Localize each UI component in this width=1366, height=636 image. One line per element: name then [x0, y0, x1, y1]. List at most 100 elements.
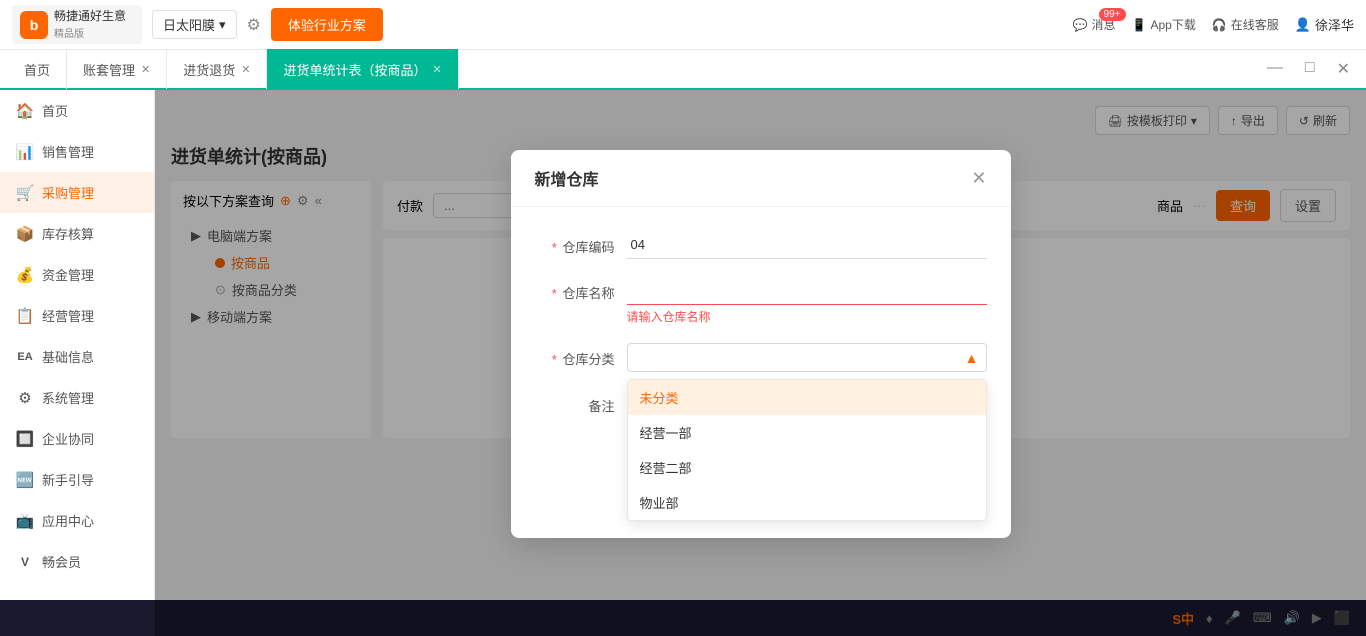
sidebar-item-operation[interactable]: 📋 经营管理: [0, 295, 154, 336]
category-chevron-up-icon: ▲: [965, 350, 979, 366]
message-icon-item[interactable]: 💬 消息 99+: [1073, 16, 1116, 33]
sidebar-label-system: 系统管理: [42, 388, 94, 407]
sidebar-item-purchase[interactable]: 🛒 采购管理: [0, 172, 154, 213]
online-service-label: 在线客服: [1231, 16, 1279, 33]
warehouse-code-input-wrap: [627, 231, 987, 259]
sidebar-item-system[interactable]: ⚙ 系统管理: [0, 377, 154, 418]
dropdown-item-dept1[interactable]: 经营一部: [628, 415, 986, 450]
sidebar-label-home: 首页: [42, 101, 68, 120]
enterprise-icon: 🔲: [16, 430, 34, 448]
app-download-item[interactable]: 📱 App下载: [1132, 16, 1196, 33]
warehouse-name-error-msg: 请输入仓库名称: [627, 308, 987, 325]
system-icon: ⚙: [16, 389, 34, 407]
logo-area: b 畅捷通好生意 精品版: [12, 5, 142, 44]
store-selector[interactable]: 日太阳膜 ▾: [152, 10, 237, 39]
tab-account-label: 账套管理: [83, 60, 135, 79]
tab-account-close-icon[interactable]: ✕: [141, 63, 150, 76]
sidebar-label-guide: 新手引导: [42, 470, 94, 489]
warehouse-name-label: * 仓库名称: [535, 277, 615, 302]
sidebar-item-enterprise[interactable]: 🔲 企业协同: [0, 418, 154, 459]
dialog-body: * 仓库编码 * 仓库名称: [511, 207, 1011, 470]
purchase-icon: 🛒: [16, 184, 34, 202]
tab-purchase-stat[interactable]: 进货单统计表（按商品） ✕: [267, 49, 458, 89]
sidebar-label-operation: 经营管理: [42, 306, 94, 325]
tab-purchase-stat-label: 进货单统计表（按商品）: [283, 60, 426, 79]
tab-purchase-stat-close-icon[interactable]: ✕: [433, 63, 442, 76]
main-layout: 🏠 首页 📊 销售管理 🛒 采购管理 📦 库存核算 💰 资金管理 📋 经营管理 …: [0, 90, 1366, 636]
modal-overlay: 新增仓库 ✕ * 仓库编码: [155, 90, 1366, 636]
required-star-category: *: [552, 352, 557, 367]
warehouse-category-input[interactable]: [627, 343, 987, 372]
sidebar-label-purchase: 采购管理: [42, 183, 94, 202]
username: 徐泽华: [1315, 15, 1354, 34]
tab-purchase-return-close-icon[interactable]: ✕: [241, 63, 250, 76]
tab-maximize-icon[interactable]: □: [1297, 59, 1323, 79]
dropdown-item-dept2[interactable]: 经营二部: [628, 450, 986, 485]
sidebar-item-guide[interactable]: 🆕 新手引导: [0, 459, 154, 500]
warehouse-name-input-wrap: 请输入仓库名称: [627, 277, 987, 325]
warehouse-category-wrap: ▲ 未分类 经营一部 经营二部 物业部: [627, 343, 987, 372]
logo-text-wrap: 畅捷通好生意 精品版: [54, 9, 126, 40]
user-area[interactable]: 👤 徐泽华: [1295, 15, 1354, 34]
store-name: 日太阳膜: [163, 15, 215, 34]
settings-gear-icon[interactable]: ⚙: [247, 15, 261, 35]
app-download-label: App下载: [1150, 16, 1195, 33]
sidebar-item-home[interactable]: 🏠 首页: [0, 90, 154, 131]
warehouse-category-row: * 仓库分类 ▲ 未分类 经营一部 经营二部 物业部: [535, 343, 987, 372]
sidebar-label-app-center: 应用中心: [42, 511, 94, 530]
sidebar-item-basic-info[interactable]: EA 基础信息: [0, 336, 154, 377]
app-download-icon: 📱: [1132, 18, 1147, 32]
notification-badge: 99+: [1099, 8, 1126, 21]
guide-icon: 🆕: [16, 471, 34, 489]
sidebar-item-inventory[interactable]: 📦 库存核算: [0, 213, 154, 254]
warehouse-category-label: * 仓库分类: [535, 343, 615, 368]
tab-close-icon[interactable]: ✕: [1329, 59, 1358, 79]
sidebar-label-inventory: 库存核算: [42, 224, 94, 243]
content-area: 🖨 按模板打印 ▾ ↑ 导出 ↺ 刷新 进货单统计(按商品) 按以下方案查询 ⊕…: [155, 90, 1366, 636]
logo-icon: b: [20, 11, 48, 39]
sidebar-label-member: 畅会员: [42, 552, 81, 571]
top-header: b 畅捷通好生意 精品版 日太阳膜 ▾ ⚙ 体验行业方案 💬 消息 99+ 📱 …: [0, 0, 1366, 50]
required-star-code: *: [552, 240, 557, 255]
member-icon: V: [16, 553, 34, 571]
tab-purchase-return-label: 进货退货: [183, 60, 235, 79]
app-center-icon: 📺: [16, 512, 34, 530]
warehouse-name-row: * 仓库名称 请输入仓库名称: [535, 277, 987, 325]
dialog-title: 新增仓库: [535, 166, 599, 190]
headset-icon: 🎧: [1212, 18, 1227, 32]
sidebar-item-member[interactable]: V 畅会员: [0, 541, 154, 582]
header-icons: 💬 消息 99+ 📱 App下载 🎧 在线客服 👤 徐泽华: [1073, 15, 1354, 34]
warehouse-code-input[interactable]: [627, 231, 987, 259]
operation-icon: 📋: [16, 307, 34, 325]
tab-home-label: 首页: [24, 60, 50, 79]
inventory-icon: 📦: [16, 225, 34, 243]
sidebar-label-enterprise: 企业协同: [42, 429, 94, 448]
trial-btn[interactable]: 体验行业方案: [271, 8, 383, 41]
tab-bar: 首页 账套管理 ✕ 进货退货 ✕ 进货单统计表（按商品） ✕ — □ ✕: [0, 50, 1366, 90]
sidebar-item-sales[interactable]: 📊 销售管理: [0, 131, 154, 172]
dialog-close-icon[interactable]: ✕: [971, 168, 986, 189]
warehouse-code-row: * 仓库编码: [535, 231, 987, 259]
dialog-header: 新增仓库 ✕: [511, 150, 1011, 207]
required-star-name: *: [552, 286, 557, 301]
sidebar-item-app-center[interactable]: 📺 应用中心: [0, 500, 154, 541]
tab-purchase-return[interactable]: 进货退货 ✕: [167, 49, 267, 89]
warehouse-name-input[interactable]: [627, 277, 987, 305]
user-avatar-icon: 👤: [1295, 17, 1311, 33]
dropdown-item-uncategorized[interactable]: 未分类: [628, 380, 986, 415]
tab-account[interactable]: 账套管理 ✕: [67, 49, 167, 89]
home-icon: 🏠: [16, 102, 34, 120]
tab-minimize-icon[interactable]: —: [1259, 59, 1291, 79]
logo-badge: 精品版: [54, 25, 126, 40]
remark-label: 备注: [535, 390, 615, 415]
dropdown-item-dept3[interactable]: 物业部: [628, 485, 986, 520]
store-chevron-icon: ▾: [219, 17, 226, 33]
tab-end-controls: — □ ✕: [1259, 59, 1358, 79]
sidebar-label-finance: 资金管理: [42, 265, 94, 284]
sidebar-item-finance[interactable]: 💰 资金管理: [0, 254, 154, 295]
warehouse-code-label: * 仓库编码: [535, 231, 615, 256]
category-dropdown: 未分类 经营一部 经营二部 物业部: [627, 379, 987, 521]
online-service-item[interactable]: 🎧 在线客服: [1212, 16, 1279, 33]
tab-home[interactable]: 首页: [8, 49, 67, 89]
sidebar-label-sales: 销售管理: [42, 142, 94, 161]
